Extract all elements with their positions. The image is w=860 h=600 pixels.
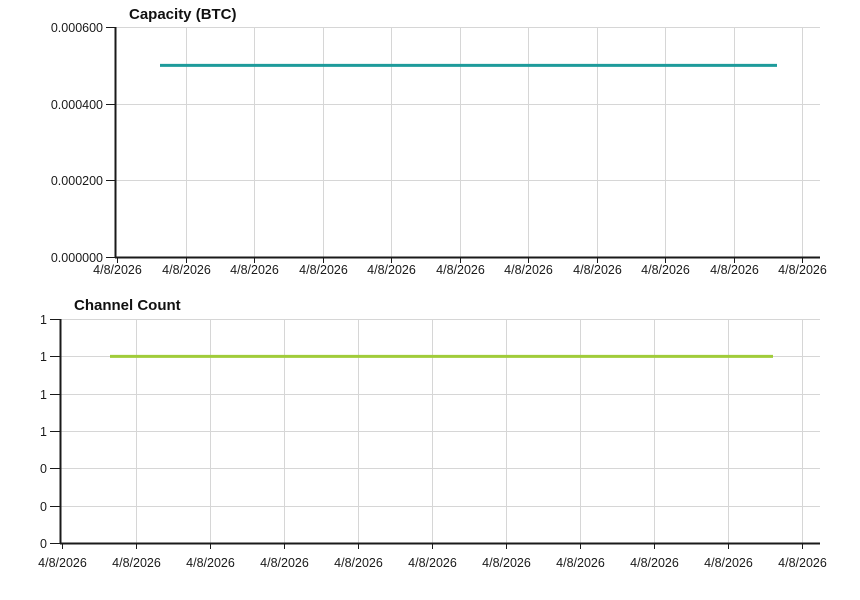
capacity-x-tick-label: 4/8/2026 [299,263,348,277]
channel-count-x-tick-label: 4/8/2026 [704,556,753,570]
channel-count-y-tick-label: 0 [40,462,47,476]
capacity-x-tick-label: 4/8/2026 [162,263,211,277]
channel-count-x-tick-label: 4/8/2026 [186,556,235,570]
capacity-y-tick-label: 0.000600 [51,21,103,35]
channel-count-y-tick-label: 1 [40,388,47,402]
capacity-x-tick-label: 4/8/2026 [93,263,142,277]
channel-count-x-tick-label: 4/8/2026 [112,556,161,570]
capacity-y-tick-label: 0.000200 [51,174,103,188]
node-stats-charts-panel: Capacity (BTC) Channel Count 0.000000 0.0… [0,0,860,600]
channel-count-y-tick-label: 1 [40,350,47,364]
capacity-x-tick-label: 4/8/2026 [367,263,416,277]
capacity-x-tick-label: 4/8/2026 [573,263,622,277]
channel-count-x-tick-label: 4/8/2026 [38,556,87,570]
channel-count-x-tick-label: 4/8/2026 [778,556,827,570]
capacity-y-tick-label: 0.000400 [51,98,103,112]
capacity-x-tick-label: 4/8/2026 [436,263,485,277]
channel-count-y-tick-label: 0 [40,537,47,551]
charts-canvas: 0.0000000.0002000.0004000.0006004/8/2026… [38,21,827,570]
channel-count-x-tick-label: 4/8/2026 [630,556,679,570]
capacity-x-tick-label: 4/8/2026 [778,263,827,277]
channel-count-x-tick-label: 4/8/2026 [334,556,383,570]
channel-count-x-tick-label: 4/8/2026 [260,556,309,570]
channel-count-y-tick-label: 1 [40,313,47,327]
capacity-x-tick-label: 4/8/2026 [230,263,279,277]
capacity-x-tick-label: 4/8/2026 [504,263,553,277]
channel-count-x-tick-label: 4/8/2026 [482,556,531,570]
capacity-x-tick-label: 4/8/2026 [641,263,690,277]
capacity-x-tick-label: 4/8/2026 [710,263,759,277]
channel-count-x-tick-label: 4/8/2026 [408,556,457,570]
channel-count-x-tick-label: 4/8/2026 [556,556,605,570]
channel-count-y-tick-label: 1 [40,425,47,439]
channel-count-y-tick-label: 0 [40,500,47,514]
